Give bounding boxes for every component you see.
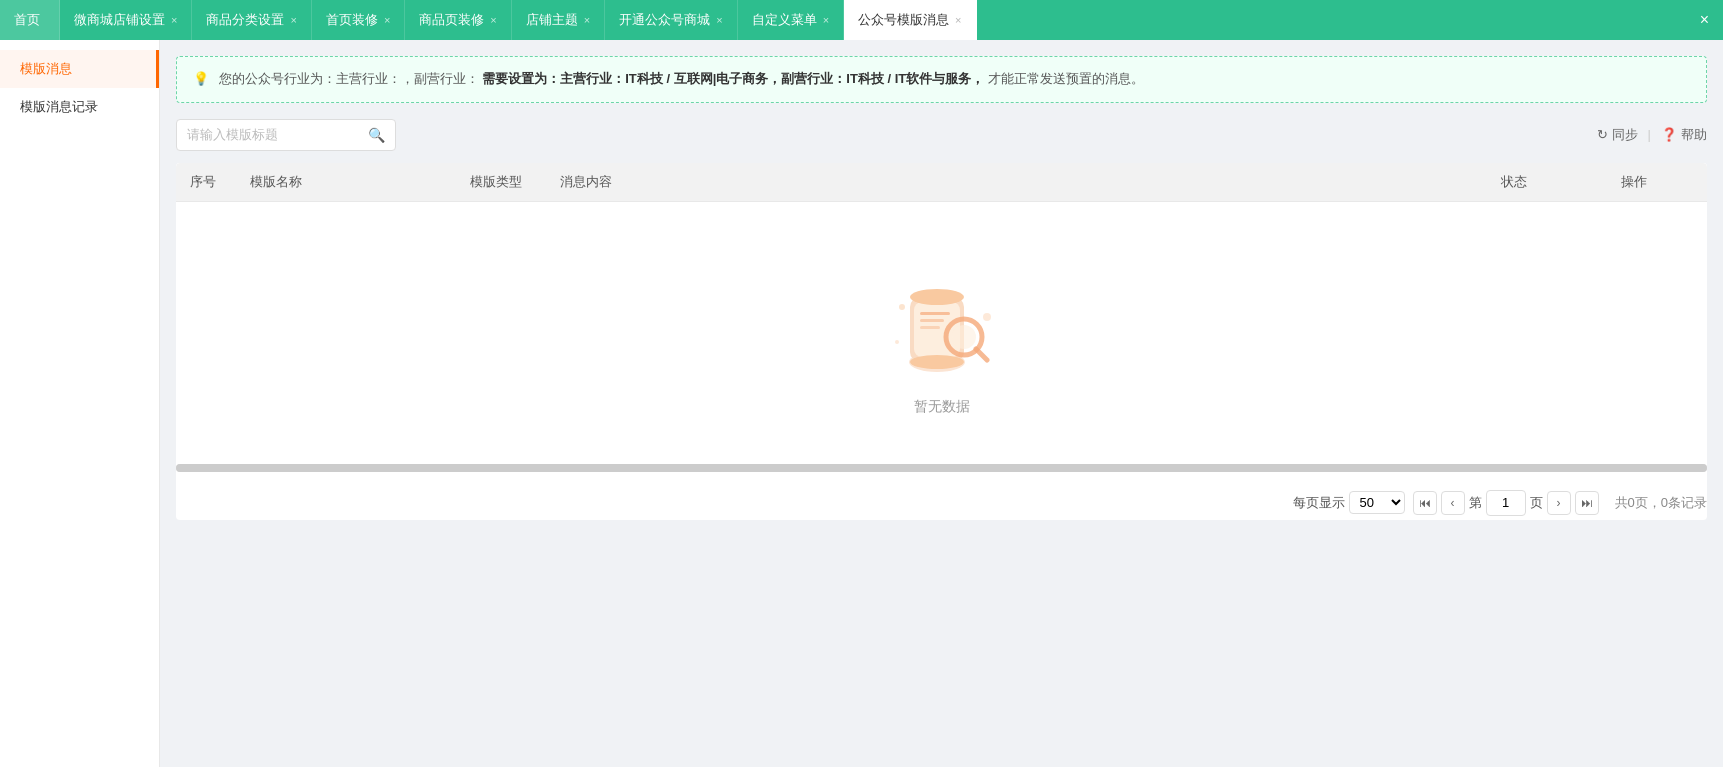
tab-homepage-label: 首页装修 (326, 11, 378, 29)
tab-theme-label: 店铺主题 (526, 11, 578, 29)
content-area: 💡 您的公众号行业为：主营行业：，副营行业： 需要设置为：主营行业：IT科技 /… (160, 40, 1723, 767)
svg-line-10 (976, 349, 987, 360)
total-info: 共0页，0条记录 (1615, 494, 1707, 512)
sidebar-item-template-msg-label: 模版消息 (20, 61, 72, 76)
col-action: 操作 (1607, 163, 1707, 202)
svg-point-13 (895, 340, 899, 344)
svg-point-12 (983, 313, 991, 321)
data-table: 序号 模版名称 模版类型 消息内容 状态 操作 (176, 163, 1707, 456)
page-navigation: ⏮ ‹ 第 页 › ⏭ (1413, 490, 1599, 516)
tab-category-label: 商品分类设置 (206, 11, 284, 29)
tab-category-close[interactable]: × (290, 14, 296, 26)
sync-button[interactable]: ↻ 同步 (1597, 126, 1638, 144)
search-icon[interactable]: 🔍 (368, 127, 385, 143)
col-name: 模版名称 (236, 163, 456, 202)
notice-icon: 💡 (193, 71, 209, 86)
page-size-label: 每页显示 (1293, 494, 1345, 512)
table-wrap: 序号 模版名称 模版类型 消息内容 状态 操作 (176, 163, 1707, 520)
page-number-input[interactable] (1486, 490, 1526, 516)
help-icon: ❓ (1661, 127, 1677, 142)
tab-template-label: 公众号模版消息 (858, 11, 949, 29)
global-close-button[interactable]: × (1686, 11, 1723, 29)
svg-point-6 (910, 289, 964, 305)
empty-text: 暂无数据 (914, 398, 970, 416)
help-label: 帮助 (1681, 126, 1707, 144)
tab-mall-label: 开通公众号商城 (619, 11, 710, 29)
help-button[interactable]: ❓ 帮助 (1661, 126, 1707, 144)
sidebar-item-template-record-label: 模版消息记录 (20, 99, 98, 114)
svg-rect-5 (920, 326, 940, 329)
search-input[interactable] (187, 127, 368, 142)
sync-icon: ↻ (1597, 127, 1608, 142)
page-unit-label: 页 (1530, 494, 1543, 512)
table-header-row: 序号 模版名称 模版类型 消息内容 状态 操作 (176, 163, 1707, 202)
tab-template[interactable]: 公众号模版消息 × (844, 0, 976, 40)
tab-menu-close[interactable]: × (823, 14, 829, 26)
horizontal-scrollbar[interactable] (176, 464, 1707, 472)
main-layout: 模版消息 模版消息记录 💡 您的公众号行业为：主营行业：，副营行业： 需要设置为… (0, 40, 1723, 767)
first-page-button[interactable]: ⏮ (1413, 491, 1437, 515)
tab-category[interactable]: 商品分类设置 × (192, 0, 311, 40)
svg-rect-3 (920, 312, 950, 315)
tab-product-label: 商品页装修 (419, 11, 484, 29)
svg-rect-4 (920, 319, 944, 322)
tab-weshop[interactable]: 微商城店铺设置 × (60, 0, 192, 40)
tab-weshop-close[interactable]: × (171, 14, 177, 26)
prev-page-button[interactable]: ‹ (1441, 491, 1465, 515)
page-prefix-label: 第 (1469, 494, 1482, 512)
pagination-row: 每页显示 50 10 20 100 ⏮ ‹ 第 页 › ⏭ (176, 480, 1707, 520)
tab-theme[interactable]: 店铺主题 × (512, 0, 605, 40)
sync-label: 同步 (1612, 126, 1638, 144)
sidebar-item-template-msg[interactable]: 模版消息 (0, 50, 159, 88)
tab-product[interactable]: 商品页装修 × (405, 0, 511, 40)
top-navigation: 首页 微商城店铺设置 × 商品分类设置 × 首页装修 × 商品页装修 × 店铺主… (0, 0, 1723, 40)
tab-template-close[interactable]: × (955, 14, 961, 26)
tab-home-label: 首页 (14, 11, 40, 29)
empty-illustration (882, 262, 1002, 382)
empty-state: 暂无数据 (176, 202, 1707, 456)
notice-highlight: 需要设置为：主营行业：IT科技 / 互联网|电子商务，副营行业：IT科技 / I… (482, 71, 984, 86)
tab-home[interactable]: 首页 (0, 0, 60, 40)
tab-homepage-close[interactable]: × (384, 14, 390, 26)
toolbar-divider: | (1648, 127, 1651, 142)
search-input-wrap[interactable]: 🔍 (176, 119, 396, 151)
tab-mall-close[interactable]: × (716, 14, 722, 26)
scrollbar-thumb[interactable] (176, 464, 1707, 472)
tab-menu[interactable]: 自定义菜单 × (738, 0, 844, 40)
notice-box: 💡 您的公众号行业为：主营行业：，副营行业： 需要设置为：主营行业：IT科技 /… (176, 56, 1707, 103)
search-row: 🔍 ↻ 同步 | ❓ 帮助 (176, 119, 1707, 151)
col-status: 状态 (1487, 163, 1607, 202)
sidebar: 模版消息 模版消息记录 (0, 40, 160, 767)
next-page-button[interactable]: › (1547, 491, 1571, 515)
svg-point-9 (952, 325, 976, 349)
col-content: 消息内容 (546, 163, 1487, 202)
col-type: 模版类型 (456, 163, 546, 202)
page-size-dropdown[interactable]: 50 10 20 100 (1349, 491, 1405, 514)
action-links: ↻ 同步 | ❓ 帮助 (1597, 126, 1707, 144)
page-size-select: 每页显示 50 10 20 100 (1293, 491, 1405, 514)
notice-prefix: 您的公众号行业为：主营行业：，副营行业： (219, 71, 479, 86)
tab-weshop-label: 微商城店铺设置 (74, 11, 165, 29)
svg-point-7 (910, 355, 964, 369)
table-empty-row: 暂无数据 (176, 201, 1707, 456)
svg-point-11 (899, 304, 905, 310)
tab-mall[interactable]: 开通公众号商城 × (605, 0, 737, 40)
tab-homepage[interactable]: 首页装修 × (312, 0, 405, 40)
tab-product-close[interactable]: × (490, 14, 496, 26)
col-index: 序号 (176, 163, 236, 202)
sidebar-item-template-record[interactable]: 模版消息记录 (0, 88, 159, 126)
notice-suffix: 才能正常发送预置的消息。 (988, 71, 1144, 86)
last-page-button[interactable]: ⏭ (1575, 491, 1599, 515)
tab-menu-label: 自定义菜单 (752, 11, 817, 29)
tab-theme-close[interactable]: × (584, 14, 590, 26)
